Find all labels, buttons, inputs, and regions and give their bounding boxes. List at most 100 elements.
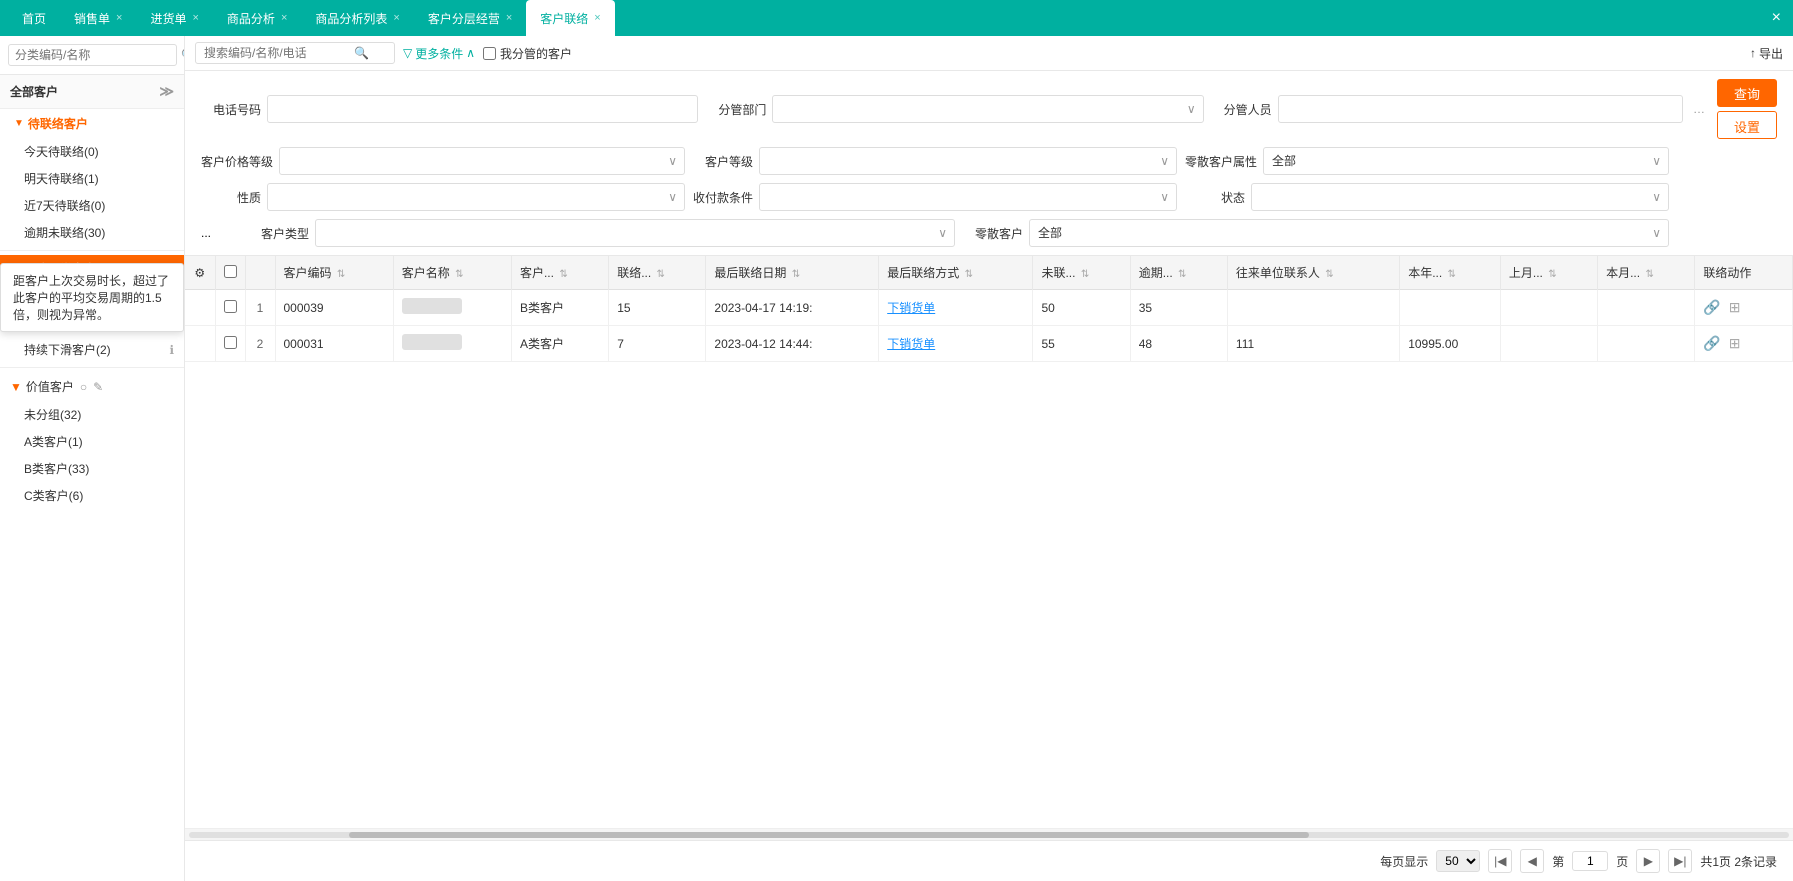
row1-grid-icon[interactable]: ⊞ bbox=[1729, 299, 1741, 316]
row2-link-icon[interactable]: 🔗 bbox=[1703, 335, 1720, 352]
customer-type-label: 客户类型 bbox=[249, 225, 309, 242]
dept-select[interactable] bbox=[772, 95, 1203, 123]
customer-type-select[interactable] bbox=[315, 219, 955, 247]
more-conditions-btn[interactable]: ▽ 更多条件 ∧ bbox=[403, 45, 475, 62]
export-button[interactable]: ↑ 导出 bbox=[1750, 45, 1783, 62]
nav-sales[interactable]: 销售单 × bbox=[60, 0, 136, 36]
sort-name-icon[interactable]: ⇅ bbox=[455, 269, 463, 280]
filter-pay-condition: 收付款条件 ∨ bbox=[693, 183, 1177, 211]
nav-customer-contact[interactable]: 客户联络 × bbox=[526, 0, 614, 36]
sort-type-icon[interactable]: ⇅ bbox=[559, 269, 567, 280]
sidebar-item-class-c[interactable]: C类客户(6) bbox=[0, 482, 184, 509]
sidebar-item-class-b[interactable]: B类客户(33) bbox=[0, 455, 184, 482]
row2-type: A类客户 bbox=[511, 326, 608, 362]
row2-last-date: 2023-04-12 14:44: bbox=[706, 326, 879, 362]
filter-row-4: ... 客户类型 ∨ 零散客户 全部 bbox=[201, 219, 1777, 247]
row1-overdue: 35 bbox=[1130, 290, 1227, 326]
sidebar-all-customers[interactable]: 全部客户 ≫ bbox=[0, 75, 184, 109]
nav-purchase-close[interactable]: × bbox=[192, 12, 198, 24]
row2-checkbox[interactable] bbox=[224, 336, 237, 349]
nav-purchase[interactable]: 进货单 × bbox=[136, 0, 212, 36]
last-page-btn[interactable]: ▶| bbox=[1668, 849, 1692, 873]
col-settings[interactable]: ⚙ bbox=[185, 256, 215, 290]
scrollbar-thumb[interactable] bbox=[349, 832, 1309, 838]
person-input[interactable] bbox=[1278, 95, 1683, 123]
sidebar-divider-2 bbox=[0, 367, 184, 368]
row2-grid-icon[interactable]: ⊞ bbox=[1729, 335, 1741, 352]
value-customers-edit-icon[interactable]: ✎ bbox=[93, 380, 103, 394]
sort-uncontacted-icon[interactable]: ⇅ bbox=[1081, 269, 1089, 280]
nav-analysis-list[interactable]: 商品分析列表 × bbox=[301, 0, 413, 36]
gender-select[interactable] bbox=[267, 183, 685, 211]
filter-retail-customer: 零散客户 全部 ∨ bbox=[963, 219, 1669, 247]
nav-analysis[interactable]: 商品分析 × bbox=[213, 0, 301, 36]
row2-checkbox-cell bbox=[215, 326, 245, 362]
my-customers-check[interactable] bbox=[483, 47, 496, 60]
sidebar-collapse-icon[interactable]: ≫ bbox=[159, 83, 174, 100]
retail-attr-select[interactable]: 全部 bbox=[1263, 147, 1669, 175]
sort-last-method-icon[interactable]: ⇅ bbox=[965, 269, 973, 280]
nav-customer-contact-label: 客户联络 bbox=[540, 10, 588, 27]
nav-customer-tier[interactable]: 客户分层经营 × bbox=[414, 0, 526, 36]
sidebar-item-class-a[interactable]: A类客户(1) bbox=[0, 428, 184, 455]
sort-contact-icon[interactable]: ⇅ bbox=[657, 269, 665, 280]
sidebar-search-icon[interactable]: 🔍 bbox=[181, 48, 185, 62]
horizontal-scrollbar[interactable] bbox=[185, 828, 1793, 840]
gender-wrap: ∨ bbox=[267, 183, 685, 211]
main-search-icon[interactable]: 🔍 bbox=[354, 46, 369, 60]
select-all-checkbox[interactable] bbox=[224, 265, 237, 278]
phone-input[interactable] bbox=[267, 95, 698, 123]
sort-this-year-icon[interactable]: ⇅ bbox=[1448, 269, 1456, 280]
col-uncontacted: 未联... ⇅ bbox=[1033, 256, 1130, 290]
per-page-select[interactable]: 50 bbox=[1436, 850, 1480, 872]
row1-last-method-link[interactable]: 下销货单 bbox=[887, 301, 935, 315]
sidebar-group-pending-title[interactable]: ▼ 待联络客户 bbox=[0, 109, 184, 138]
first-page-btn[interactable]: |◀ bbox=[1488, 849, 1512, 873]
sidebar-item-7days[interactable]: 近7天待联络(0) bbox=[0, 192, 184, 219]
sidebar-item-ungrouped[interactable]: 未分组(32) bbox=[0, 401, 184, 428]
sort-unit-contact-icon[interactable]: ⇅ bbox=[1325, 269, 1333, 280]
my-customers-checkbox[interactable]: 我分管的客户 bbox=[483, 45, 572, 62]
query-button[interactable]: 查询 bbox=[1717, 79, 1777, 107]
sidebar-item-tomorrow[interactable]: 明天待联络(1) bbox=[0, 165, 184, 192]
row4-dots-btn[interactable]: ... bbox=[201, 226, 211, 240]
sidebar-search-input[interactable] bbox=[8, 44, 177, 66]
retail-customer-select[interactable]: 全部 bbox=[1029, 219, 1669, 247]
filter-row-1: 电话号码 分管部门 ∨ 分管人员 … bbox=[201, 79, 1777, 139]
sidebar-item-overdue[interactable]: 逾期未联络(30) bbox=[0, 219, 184, 246]
pay-condition-select[interactable] bbox=[759, 183, 1177, 211]
settings-button[interactable]: 设置 bbox=[1717, 111, 1777, 139]
prev-page-btn[interactable]: ◀ bbox=[1520, 849, 1544, 873]
window-close-button[interactable]: × bbox=[1772, 9, 1781, 27]
sort-last-month-icon[interactable]: ⇅ bbox=[1548, 269, 1556, 280]
row1-link-icon[interactable]: 🔗 bbox=[1703, 299, 1720, 316]
nav-customer-contact-close[interactable]: × bbox=[594, 12, 600, 24]
sidebar-item-today[interactable]: 今天待联络(0) bbox=[0, 138, 184, 165]
row1-checkbox[interactable] bbox=[224, 300, 237, 313]
status-select[interactable] bbox=[1251, 183, 1669, 211]
sidebar-value-customers[interactable]: ▼ 价值客户 ○ ✎ bbox=[0, 372, 184, 401]
nav-home[interactable]: 首页 bbox=[8, 0, 60, 36]
row1-this-year bbox=[1400, 290, 1501, 326]
nav-analysis-close[interactable]: × bbox=[281, 12, 287, 24]
sort-code-icon[interactable]: ⇅ bbox=[337, 269, 345, 280]
col-type: 客户... ⇅ bbox=[511, 256, 608, 290]
table-header-row: ⚙ 客户编码 ⇅ 客户名称 ⇅ bbox=[185, 256, 1793, 290]
sort-overdue-icon[interactable]: ⇅ bbox=[1178, 269, 1186, 280]
price-level-select[interactable] bbox=[279, 147, 685, 175]
value-customers-circle-icon[interactable]: ○ bbox=[80, 380, 87, 394]
row2-last-method-link[interactable]: 下销货单 bbox=[887, 337, 935, 351]
next-page-btn[interactable]: ▶ bbox=[1636, 849, 1660, 873]
sort-this-month-icon[interactable]: ⇅ bbox=[1645, 269, 1653, 280]
main-search-input[interactable] bbox=[204, 46, 354, 60]
sort-last-date-icon[interactable]: ⇅ bbox=[792, 269, 800, 280]
page-number-input[interactable] bbox=[1572, 851, 1608, 871]
nav-customer-tier-close[interactable]: × bbox=[506, 12, 512, 24]
col-name: 客户名称 ⇅ bbox=[393, 256, 511, 290]
sidebar-item-declining[interactable]: 持续下滑客户(2) ℹ bbox=[0, 336, 184, 363]
person-dots-btn[interactable]: … bbox=[1689, 102, 1709, 116]
gender-label: 性质 bbox=[201, 189, 261, 206]
nav-analysis-list-close[interactable]: × bbox=[393, 12, 399, 24]
level-select[interactable] bbox=[759, 147, 1177, 175]
nav-sales-close[interactable]: × bbox=[116, 12, 122, 24]
